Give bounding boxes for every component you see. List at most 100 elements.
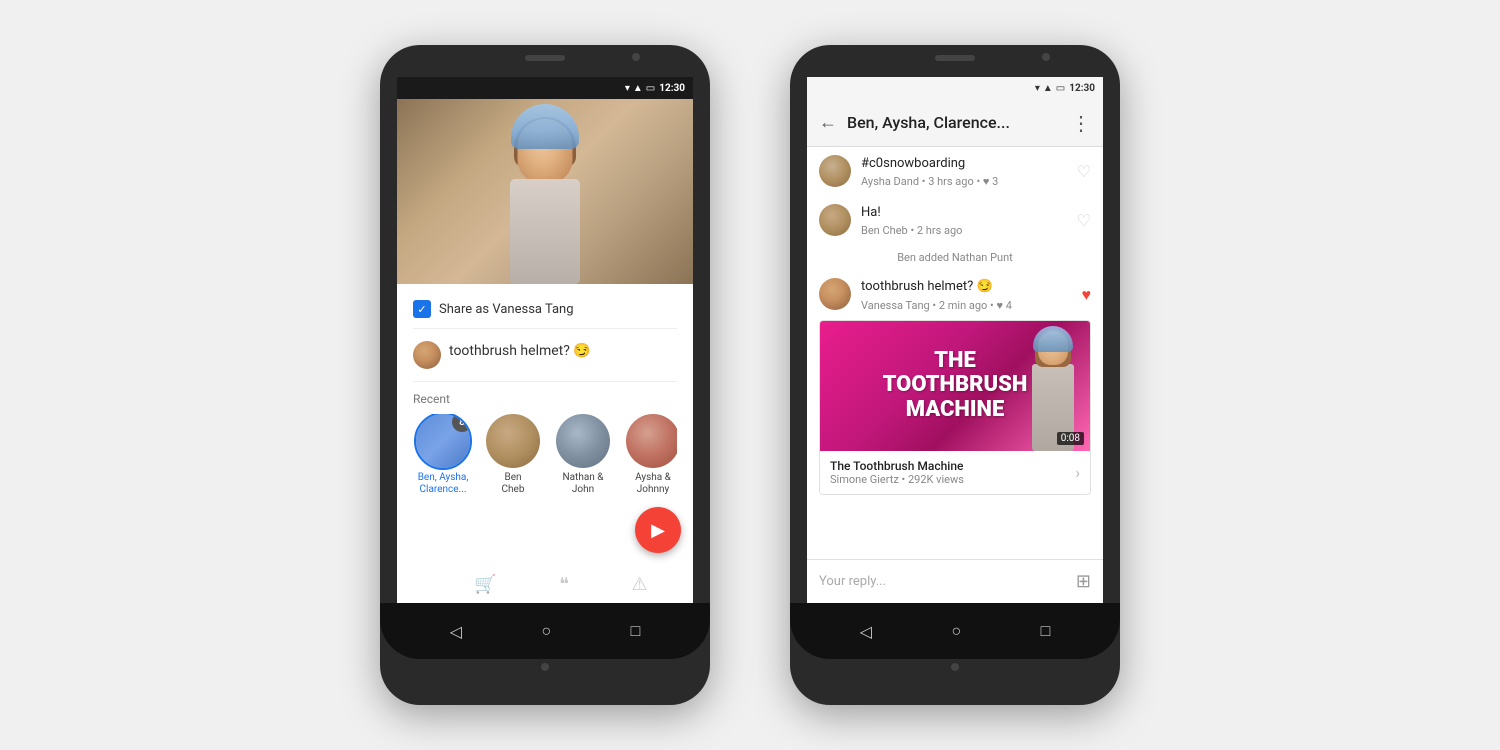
- video-info-text: The Toothbrush Machine Simone Giertz • 2…: [830, 459, 1067, 486]
- status-icons-1: ▾ ▲ ▭: [625, 83, 655, 94]
- video-info-title: The Toothbrush Machine: [830, 459, 1067, 473]
- phone-speaker-2: [935, 55, 975, 61]
- contacts-row: 8 Ben, Aysha,Clarence... BenCheb Nathan …: [413, 414, 677, 496]
- reply-input[interactable]: Your reply...: [819, 574, 1068, 589]
- figure-body: [510, 179, 580, 284]
- video-thumb-conv: THETOOTHBRUSHMACHINE 0:08: [820, 321, 1090, 451]
- msg-meta-ben: Ben Cheb • 2 hrs ago: [861, 224, 1067, 237]
- like-button-aysha[interactable]: ♡: [1077, 162, 1091, 181]
- contact-avatar-aysha2[interactable]: [626, 414, 677, 468]
- phone-top-bar-1: [380, 45, 710, 77]
- phone-speaker-1: [525, 55, 565, 61]
- vanessa-avatar-img: [413, 341, 441, 369]
- msg-body-vanessa: toothbrush helmet? 😏 Vanessa Tang • 2 mi…: [861, 278, 1072, 311]
- nav-back-1[interactable]: ◁: [450, 622, 462, 641]
- contact-avatar-ben[interactable]: [486, 414, 540, 468]
- conv-status-bar: ▾ ▲ ▭ 12:30: [807, 77, 1103, 99]
- msg-meta-aysha: Aysha Dand • 3 hrs ago • ♥ 3: [861, 175, 1067, 188]
- conv-signal-icon: ▲: [1043, 83, 1053, 94]
- avatar-vanessa: [819, 278, 851, 310]
- video-thumbnail-1: [397, 99, 693, 284]
- video-info-sub: Simone Giertz • 292K views: [830, 473, 1067, 486]
- phone-bottom-2: ◁ ○ □: [790, 603, 1120, 659]
- status-time-1: 12:30: [659, 83, 685, 94]
- nav-home-2[interactable]: ○: [951, 621, 961, 641]
- wifi-icon: ▾: [625, 83, 630, 94]
- system-message-nathan: Ben added Nathan Punt: [807, 245, 1103, 270]
- video-card[interactable]: THETOOTHBRUSHMACHINE 0:08 The Toothbrush…: [819, 320, 1091, 495]
- message-item-vanessa: toothbrush helmet? 😏 Vanessa Tang • 2 mi…: [807, 270, 1103, 319]
- conv-more-button[interactable]: ⋮: [1071, 111, 1091, 135]
- msg-body-ben: Ha! Ben Cheb • 2 hrs ago: [861, 204, 1067, 237]
- video-info-row[interactable]: The Toothbrush Machine Simone Giertz • 2…: [820, 451, 1090, 494]
- message-preview-text: toothbrush helmet? 😏: [449, 341, 591, 359]
- phone-camera-1: [632, 53, 640, 61]
- contact-name-ben: BenCheb: [502, 472, 525, 496]
- preview-avatar: [413, 341, 441, 369]
- cart-icon: 🛒: [474, 574, 496, 595]
- avatar-ben: [819, 204, 851, 236]
- msg-meta-vanessa: Vanessa Tang • 2 min ago • ♥ 4: [861, 299, 1072, 312]
- msg-content-aysha: #c0snowboarding: [861, 155, 1067, 173]
- conv-header: ← Ben, Aysha, Clarence... ⋮: [807, 99, 1103, 147]
- conv-scroll[interactable]: #c0snowboarding Aysha Dand • 3 hrs ago •…: [807, 147, 1103, 559]
- msg-content-ben: Ha!: [861, 204, 1067, 222]
- battery-icon: ▭: [646, 83, 655, 94]
- status-bar-1: ▾ ▲ ▭ 12:30: [397, 77, 693, 99]
- share-as-checkbox[interactable]: ✓: [413, 300, 431, 318]
- contact-name-aysha2: Aysha &Johnny: [635, 472, 671, 496]
- figure-container: [475, 99, 615, 284]
- contact-item-group[interactable]: 8 Ben, Aysha,Clarence...: [413, 414, 473, 496]
- conv-wifi-icon: ▾: [1035, 83, 1040, 94]
- avatar-aysha: [819, 155, 851, 187]
- message-item-ben: Ha! Ben Cheb • 2 hrs ago ♡: [807, 196, 1103, 245]
- girl-helmet-s: [1033, 326, 1073, 352]
- share-as-label: Share as Vanessa Tang: [439, 302, 574, 317]
- signal-icon: ▲: [633, 83, 643, 94]
- conv-status-icons: ▾ ▲ ▭: [1035, 83, 1065, 94]
- phone-screen-1: ▾ ▲ ▭ 12:30 ✓ Share as Vanessa Tang: [397, 77, 693, 603]
- phone-camera-2: [1042, 53, 1050, 61]
- phone-2: ▾ ▲ ▭ 12:30 ← Ben, Aysha, Clarence... ⋮ …: [790, 45, 1120, 705]
- send-fab[interactable]: ▶: [635, 507, 681, 553]
- video-title-overlay: THETOOTHBRUSHMACHINE: [873, 349, 1038, 422]
- phone-dot-1: [541, 663, 549, 671]
- nav-home-1[interactable]: ○: [541, 621, 551, 641]
- phone-1: ▾ ▲ ▭ 12:30 ✓ Share as Vanessa Tang: [380, 45, 710, 705]
- conv-title: Ben, Aysha, Clarence...: [847, 113, 1061, 132]
- contact-name-group: Ben, Aysha,Clarence...: [418, 472, 469, 496]
- alert-icon: ⚠: [632, 574, 648, 595]
- phone-bottom-1: ◁ ○ □: [380, 603, 710, 659]
- message-preview-row: toothbrush helmet? 😏: [413, 329, 677, 382]
- contact-avatar-group[interactable]: 8: [416, 414, 470, 468]
- video-duration: 0:08: [1057, 432, 1084, 445]
- contact-item-ben[interactable]: BenCheb: [483, 414, 543, 496]
- reply-bar: Your reply... ⊞: [807, 559, 1103, 603]
- share-sheet: ✓ Share as Vanessa Tang toothbrush helme…: [397, 284, 693, 508]
- msg-content-vanessa: toothbrush helmet? 😏: [861, 278, 1072, 296]
- contact-avatar-nathan[interactable]: [556, 414, 610, 468]
- contact-badge-group: 8: [452, 414, 470, 432]
- nav-square-1[interactable]: □: [631, 621, 641, 641]
- reply-attach-icon[interactable]: ⊞: [1076, 571, 1091, 592]
- contact-item-nathan[interactable]: Nathan &John: [553, 414, 613, 496]
- like-button-ben[interactable]: ♡: [1077, 211, 1091, 230]
- share-bottom-icons: 🛒 ❝ ⚠: [413, 574, 693, 595]
- message-item-aysha: #c0snowboarding Aysha Dand • 3 hrs ago •…: [807, 147, 1103, 196]
- conv-status-time: 12:30: [1069, 83, 1095, 94]
- figure-helmet: [511, 104, 579, 149]
- contact-item-aysha2[interactable]: Aysha &Johnny: [623, 414, 677, 496]
- nav-square-2[interactable]: □: [1041, 621, 1051, 641]
- phone-top-bar-2: [790, 45, 1120, 77]
- phone-screen-2: ▾ ▲ ▭ 12:30 ← Ben, Aysha, Clarence... ⋮ …: [807, 77, 1103, 603]
- recent-label: Recent: [413, 382, 677, 414]
- msg-body-aysha: #c0snowboarding Aysha Dand • 3 hrs ago •…: [861, 155, 1067, 188]
- video-chevron-right: ›: [1075, 463, 1080, 482]
- phone-dot-2: [951, 663, 959, 671]
- contact-name-nathan: Nathan &John: [562, 472, 603, 496]
- nav-back-2[interactable]: ◁: [860, 622, 872, 641]
- quotes-icon: ❝: [559, 574, 569, 595]
- like-button-vanessa[interactable]: ♥: [1082, 285, 1092, 305]
- share-as-row[interactable]: ✓ Share as Vanessa Tang: [413, 296, 677, 329]
- conv-back-button[interactable]: ←: [819, 112, 837, 133]
